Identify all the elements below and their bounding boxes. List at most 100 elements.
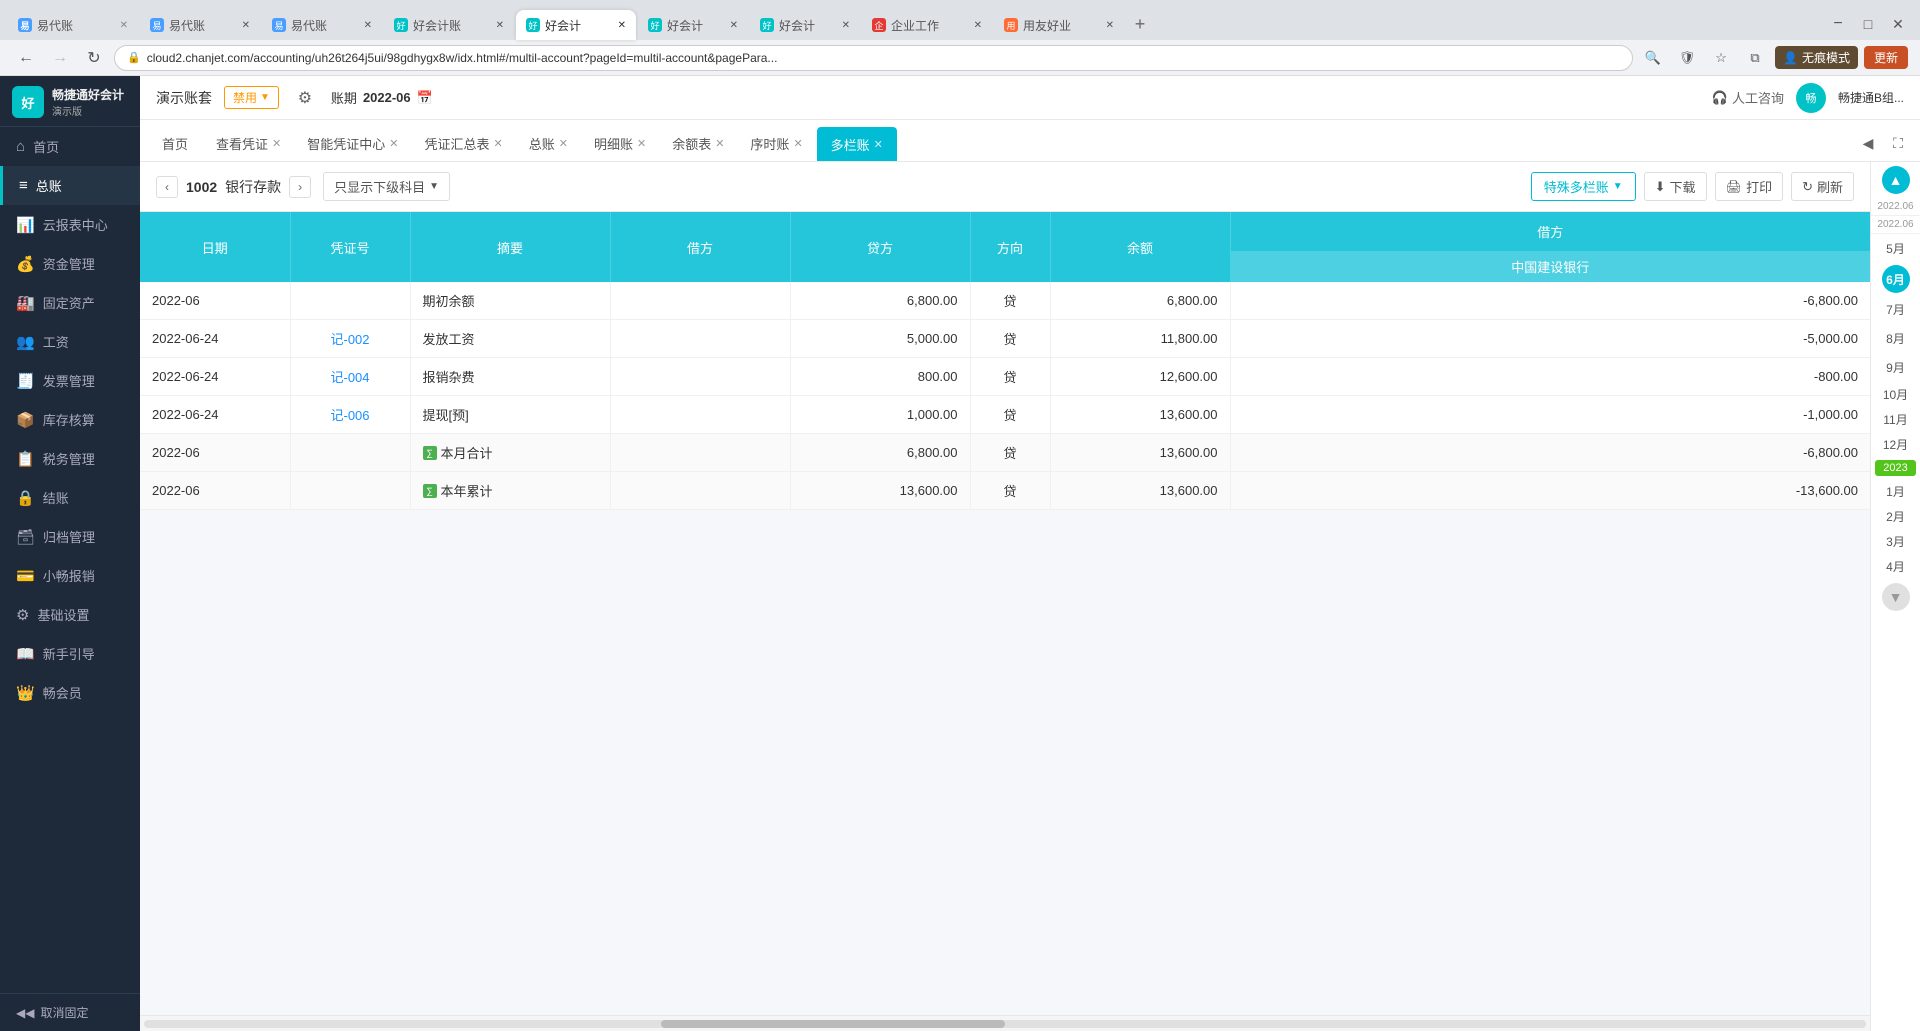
sidebar-item-assets[interactable]: 🏭 固定资产 (0, 283, 140, 322)
tab-close-icon[interactable]: ✕ (494, 137, 503, 150)
close-btn[interactable]: ✕ (1884, 10, 1912, 38)
tab-haohuiji-active[interactable]: 好 好会计 ✕ (516, 10, 636, 40)
sidebar-item-settings[interactable]: ⚙ 基础设置 (0, 595, 140, 634)
voucher-link[interactable]: 记-002 (330, 332, 369, 347)
sidebar-item-invoice[interactable]: 🧾 发票管理 (0, 361, 140, 400)
tab-close-icon[interactable]: ✕ (559, 137, 568, 150)
cell-voucher[interactable]: 记-006 (290, 396, 410, 434)
tab-yidaizhang-2[interactable]: 易 易代账 ✕ (140, 10, 260, 40)
prev-account-btn[interactable]: ‹ (156, 176, 178, 198)
refresh-btn[interactable]: ↻ 刷新 (1791, 172, 1854, 201)
tab-close-icon[interactable]: ✕ (842, 20, 850, 31)
sidebar-item-funds[interactable]: 💰 资金管理 (0, 244, 140, 283)
incognito-btn[interactable]: 👤 无痕模式 (1775, 46, 1858, 69)
tab-balance[interactable]: 余额表 ✕ (660, 127, 736, 161)
new-tab-button[interactable]: + (1126, 10, 1154, 38)
pin-toggle[interactable]: ◀◀ 取消固定 (0, 993, 140, 1031)
shield-icon[interactable]: 🛡 (1673, 44, 1701, 72)
tab-sequence[interactable]: 序时账 ✕ (738, 127, 814, 161)
tab-haohuiji-1[interactable]: 好 好会计账 ✕ (384, 10, 514, 40)
tab-multi-column[interactable]: 多栏账 ✕ (817, 127, 897, 161)
tab-close-icon[interactable]: ✕ (389, 137, 398, 150)
scroll-month-2023-2[interactable]: 2月 (1871, 504, 1920, 529)
update-btn[interactable]: 更新 (1864, 46, 1908, 69)
reload-btn[interactable]: ↻ (80, 44, 108, 72)
scroll-month-8[interactable]: 8月 (1871, 324, 1920, 353)
tab-yidaizhang-1[interactable]: 易 易代账 ✕ (8, 10, 138, 40)
sidebar-item-member[interactable]: 👑 畅会员 (0, 673, 140, 712)
tab-close-icon[interactable]: ✕ (120, 20, 128, 31)
tab-close-icon[interactable]: ✕ (715, 137, 724, 150)
sidebar-item-inventory[interactable]: 📦 库存核算 (0, 400, 140, 439)
url-bar[interactable]: 🔒 cloud2.chanjet.com/accounting/uh26t264… (114, 45, 1633, 71)
tab-close-icon[interactable]: ✕ (793, 137, 802, 150)
sidebar-item-tax[interactable]: 📋 税务管理 (0, 439, 140, 478)
tab-haohuiji-2[interactable]: 好 好会计 ✕ (638, 10, 748, 40)
scroll-month-9[interactable]: 9月 (1871, 353, 1920, 382)
tab-close-icon[interactable]: ✕ (730, 20, 738, 31)
scroll-down-btn[interactable]: ▼ (1882, 583, 1910, 611)
tab-general-ledger[interactable]: 总账 ✕ (517, 127, 580, 161)
scroll-month-5[interactable]: 5月 (1871, 234, 1920, 263)
tab-yidaizhang-3[interactable]: 易 易代账 ✕ (262, 10, 382, 40)
tab-voucher[interactable]: 查看凭证 ✕ (204, 127, 293, 161)
tab-haohuiji-3[interactable]: 好 好会计 ✕ (750, 10, 860, 40)
tab-close-icon[interactable]: ✕ (272, 137, 281, 150)
forward-btn[interactable]: → (46, 44, 74, 72)
tab-expand-btn[interactable]: ⛶ (1884, 129, 1912, 157)
tab-enterprise[interactable]: 企 企业工作 ✕ (862, 10, 992, 40)
calendar-icon[interactable]: 📅 (417, 90, 433, 106)
tab-detail-ledger[interactable]: 明细账 ✕ (582, 127, 658, 161)
special-multi-btn[interactable]: 特殊多栏账 ▼ (1531, 172, 1636, 201)
tab-close-icon[interactable]: ✕ (242, 20, 250, 31)
print-btn[interactable]: 🖨 打印 (1715, 172, 1784, 201)
back-btn[interactable]: ← (12, 44, 40, 72)
scroll-month-6-active[interactable]: 6月 (1882, 265, 1910, 293)
tab-close-icon[interactable]: ✕ (618, 20, 626, 31)
tab-close-icon[interactable]: ✕ (364, 20, 372, 31)
cell-voucher[interactable]: 记-002 (290, 320, 410, 358)
tab-voucher-summary[interactable]: 凭证汇总表 ✕ (412, 127, 514, 161)
voucher-link[interactable]: 记-006 (330, 408, 369, 423)
extensions-icon[interactable]: ⧉ (1741, 44, 1769, 72)
settings-gear-icon[interactable]: ⚙ (291, 84, 319, 112)
scroll-month-2023-3[interactable]: 3月 (1871, 529, 1920, 554)
tab-yonyou[interactable]: 用 用友好业 ✕ (994, 10, 1124, 40)
scroll-month-2023-4[interactable]: 4月 (1871, 554, 1920, 579)
account-badge[interactable]: 禁用 ▼ (224, 86, 279, 109)
sidebar-item-archive[interactable]: 🗃 归档管理 (0, 517, 140, 556)
user-avatar[interactable]: 畅 (1796, 83, 1826, 113)
sidebar-item-home[interactable]: ⌂ 首页 (0, 127, 140, 166)
sidebar-item-reports[interactable]: 📊 云报表中心 (0, 205, 140, 244)
sidebar-item-ledger[interactable]: ≡ 总账 (0, 166, 140, 205)
tab-close-icon[interactable]: ✕ (637, 137, 646, 150)
next-account-btn[interactable]: › (289, 176, 311, 198)
tab-close-icon[interactable]: ✕ (874, 138, 883, 151)
maximize-btn[interactable]: □ (1854, 10, 1882, 38)
sidebar-item-payroll[interactable]: 👥 工资 (0, 322, 140, 361)
scroll-month-7[interactable]: 7月 (1871, 295, 1920, 324)
download-btn[interactable]: ⬇ 下载 (1644, 172, 1707, 201)
scroll-month-11[interactable]: 11月 (1871, 407, 1920, 432)
scroll-month-10[interactable]: 10月 (1871, 382, 1920, 407)
sidebar-item-closing[interactable]: 🔒 结账 (0, 478, 140, 517)
filter-btn[interactable]: 只显示下级科目 ▼ (323, 172, 450, 201)
sidebar-item-guide[interactable]: 📖 新手引导 (0, 634, 140, 673)
search-icon[interactable]: 🔍 (1639, 44, 1667, 72)
tab-home[interactable]: 首页 (148, 127, 202, 161)
voucher-link[interactable]: 记-004 (330, 370, 369, 385)
tab-smart-voucher[interactable]: 智能凭证中心 ✕ (295, 127, 410, 161)
minimize-btn[interactable]: − (1824, 10, 1852, 38)
tab-close-icon[interactable]: ✕ (496, 20, 504, 31)
tab-close-icon[interactable]: ✕ (1106, 20, 1114, 31)
tab-collapse-btn[interactable]: ◀ (1854, 129, 1882, 157)
scroll-month-12[interactable]: 12月 (1871, 432, 1920, 457)
star-icon[interactable]: ☆ (1707, 44, 1735, 72)
tab-close-icon[interactable]: ✕ (974, 20, 982, 31)
scroll-month-2023-1[interactable]: 1月 (1871, 479, 1920, 504)
horizontal-scrollbar[interactable] (140, 1015, 1870, 1031)
consultant-btn[interactable]: 🎧 人工咨询 (1712, 88, 1784, 107)
cell-voucher[interactable]: 记-004 (290, 358, 410, 396)
sidebar-item-expense[interactable]: 💳 小畅报销 (0, 556, 140, 595)
scroll-up-btn[interactable]: ▲ (1882, 166, 1910, 194)
